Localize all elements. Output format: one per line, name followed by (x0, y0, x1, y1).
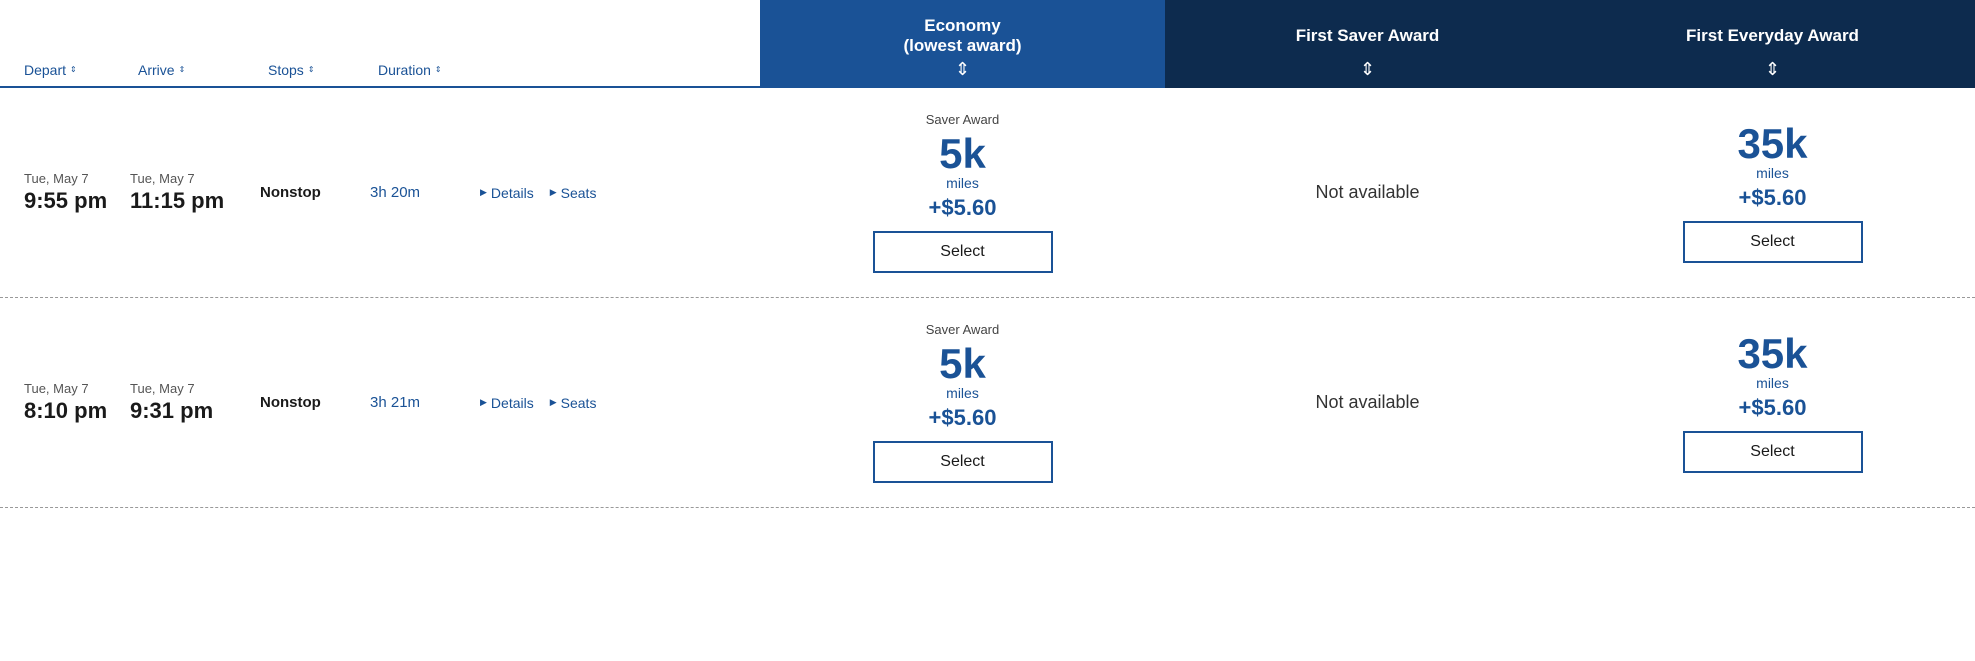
first-everyday-header-title: First Everyday Award (1686, 12, 1859, 59)
flight-rows: Tue, May 7 9:55 pm Tue, May 7 11:15 pm N… (0, 88, 1975, 508)
flight-row: Tue, May 7 8:10 pm Tue, May 7 9:31 pm No… (0, 298, 1975, 508)
first-everyday-fee-0: +$5.60 (1739, 185, 1807, 211)
economy-miles-1: 5k (939, 343, 986, 385)
first-saver-cell-0: Not available (1165, 113, 1570, 273)
economy-sort-icon[interactable]: ⇕ (955, 59, 970, 88)
depart-time-1: 8:10 pm (24, 398, 130, 424)
depart-sort-icon: ⇕ (70, 66, 77, 74)
flight-info-0: Tue, May 7 9:55 pm Tue, May 7 11:15 pm N… (0, 171, 760, 214)
first-saver-not-available-1: Not available (1315, 392, 1419, 413)
first-everyday-miles-unit-1: miles (1756, 375, 1789, 391)
stops-header[interactable]: Stops ⇕ (260, 62, 370, 78)
seats-link-1[interactable]: Seats (550, 395, 597, 411)
first-saver-sort-icon[interactable]: ⇕ (1360, 59, 1375, 88)
first-everyday-select-button-1[interactable]: Select (1683, 431, 1863, 473)
table-header: Depart ⇕ Arrive ⇕ Stops ⇕ Duration ⇕ Eco… (0, 0, 1975, 88)
first-everyday-fee-1: +$5.60 (1739, 395, 1807, 421)
first-saver-not-available-0: Not available (1315, 182, 1419, 203)
flight-duration-1: 3h 21m (370, 394, 480, 411)
depart-header[interactable]: Depart ⇕ (0, 62, 130, 78)
economy-award-label-1: Saver Award (926, 322, 999, 337)
economy-award-cell-0: Saver Award 5k miles +$5.60 Select (760, 104, 1165, 281)
economy-header-title: Economy(lowest award) (903, 12, 1021, 59)
flight-info-1: Tue, May 7 8:10 pm Tue, May 7 9:31 pm No… (0, 381, 760, 424)
flight-duration-0: 3h 20m (370, 184, 480, 201)
first-everyday-header: First Everyday Award ⇕ (1570, 0, 1975, 88)
first-everyday-select-button-0[interactable]: Select (1683, 221, 1863, 263)
flight-depart-0: Tue, May 7 9:55 pm (0, 171, 130, 214)
arrive-time-1: 9:31 pm (130, 398, 260, 424)
arrive-date-0: Tue, May 7 (130, 171, 260, 186)
flight-stops-1: Nonstop (260, 394, 370, 411)
arrive-header[interactable]: Arrive ⇕ (130, 62, 260, 78)
details-link-0[interactable]: Details (480, 185, 534, 201)
flight-row: Tue, May 7 9:55 pm Tue, May 7 11:15 pm N… (0, 88, 1975, 298)
flight-links-1: Details Seats (480, 395, 596, 411)
economy-select-button-0[interactable]: Select (873, 231, 1053, 273)
arrive-date-1: Tue, May 7 (130, 381, 260, 396)
economy-miles-unit-0: miles (946, 175, 979, 191)
first-saver-header: First Saver Award ⇕ (1165, 0, 1570, 88)
details-link-1[interactable]: Details (480, 395, 534, 411)
economy-fee-1: +$5.60 (929, 405, 997, 431)
economy-award-header: Economy(lowest award) ⇕ (760, 0, 1165, 88)
depart-date-1: Tue, May 7 (24, 381, 130, 396)
economy-fee-0: +$5.60 (929, 195, 997, 221)
first-everyday-cell-1: 35k miles +$5.60 Select (1570, 323, 1975, 483)
economy-miles-0: 5k (939, 133, 986, 175)
first-everyday-sort-icon[interactable]: ⇕ (1765, 59, 1780, 88)
flight-links-0: Details Seats (480, 185, 596, 201)
seats-link-0[interactable]: Seats (550, 185, 597, 201)
flight-arrive-1: Tue, May 7 9:31 pm (130, 381, 260, 424)
duration-header[interactable]: Duration ⇕ (370, 62, 510, 78)
flight-depart-1: Tue, May 7 8:10 pm (0, 381, 130, 424)
stops-sort-icon: ⇕ (308, 66, 315, 74)
first-everyday-miles-unit-0: miles (1756, 165, 1789, 181)
first-saver-header-title: First Saver Award (1296, 12, 1440, 59)
arrive-time-0: 11:15 pm (130, 188, 260, 214)
economy-miles-unit-1: miles (946, 385, 979, 401)
duration-sort-icon: ⇕ (435, 66, 442, 74)
first-saver-cell-1: Not available (1165, 323, 1570, 483)
economy-award-cell-1: Saver Award 5k miles +$5.60 Select (760, 314, 1165, 491)
flight-info-header: Depart ⇕ Arrive ⇕ Stops ⇕ Duration ⇕ (0, 0, 760, 88)
economy-select-button-1[interactable]: Select (873, 441, 1053, 483)
depart-date-0: Tue, May 7 (24, 171, 130, 186)
flight-arrive-0: Tue, May 7 11:15 pm (130, 171, 260, 214)
economy-award-label-0: Saver Award (926, 112, 999, 127)
depart-time-0: 9:55 pm (24, 188, 130, 214)
flight-stops-0: Nonstop (260, 184, 370, 201)
arrive-sort-icon: ⇕ (179, 66, 186, 74)
first-everyday-miles-0: 35k (1737, 123, 1807, 165)
first-everyday-cell-0: 35k miles +$5.60 Select (1570, 113, 1975, 273)
first-everyday-miles-1: 35k (1737, 333, 1807, 375)
